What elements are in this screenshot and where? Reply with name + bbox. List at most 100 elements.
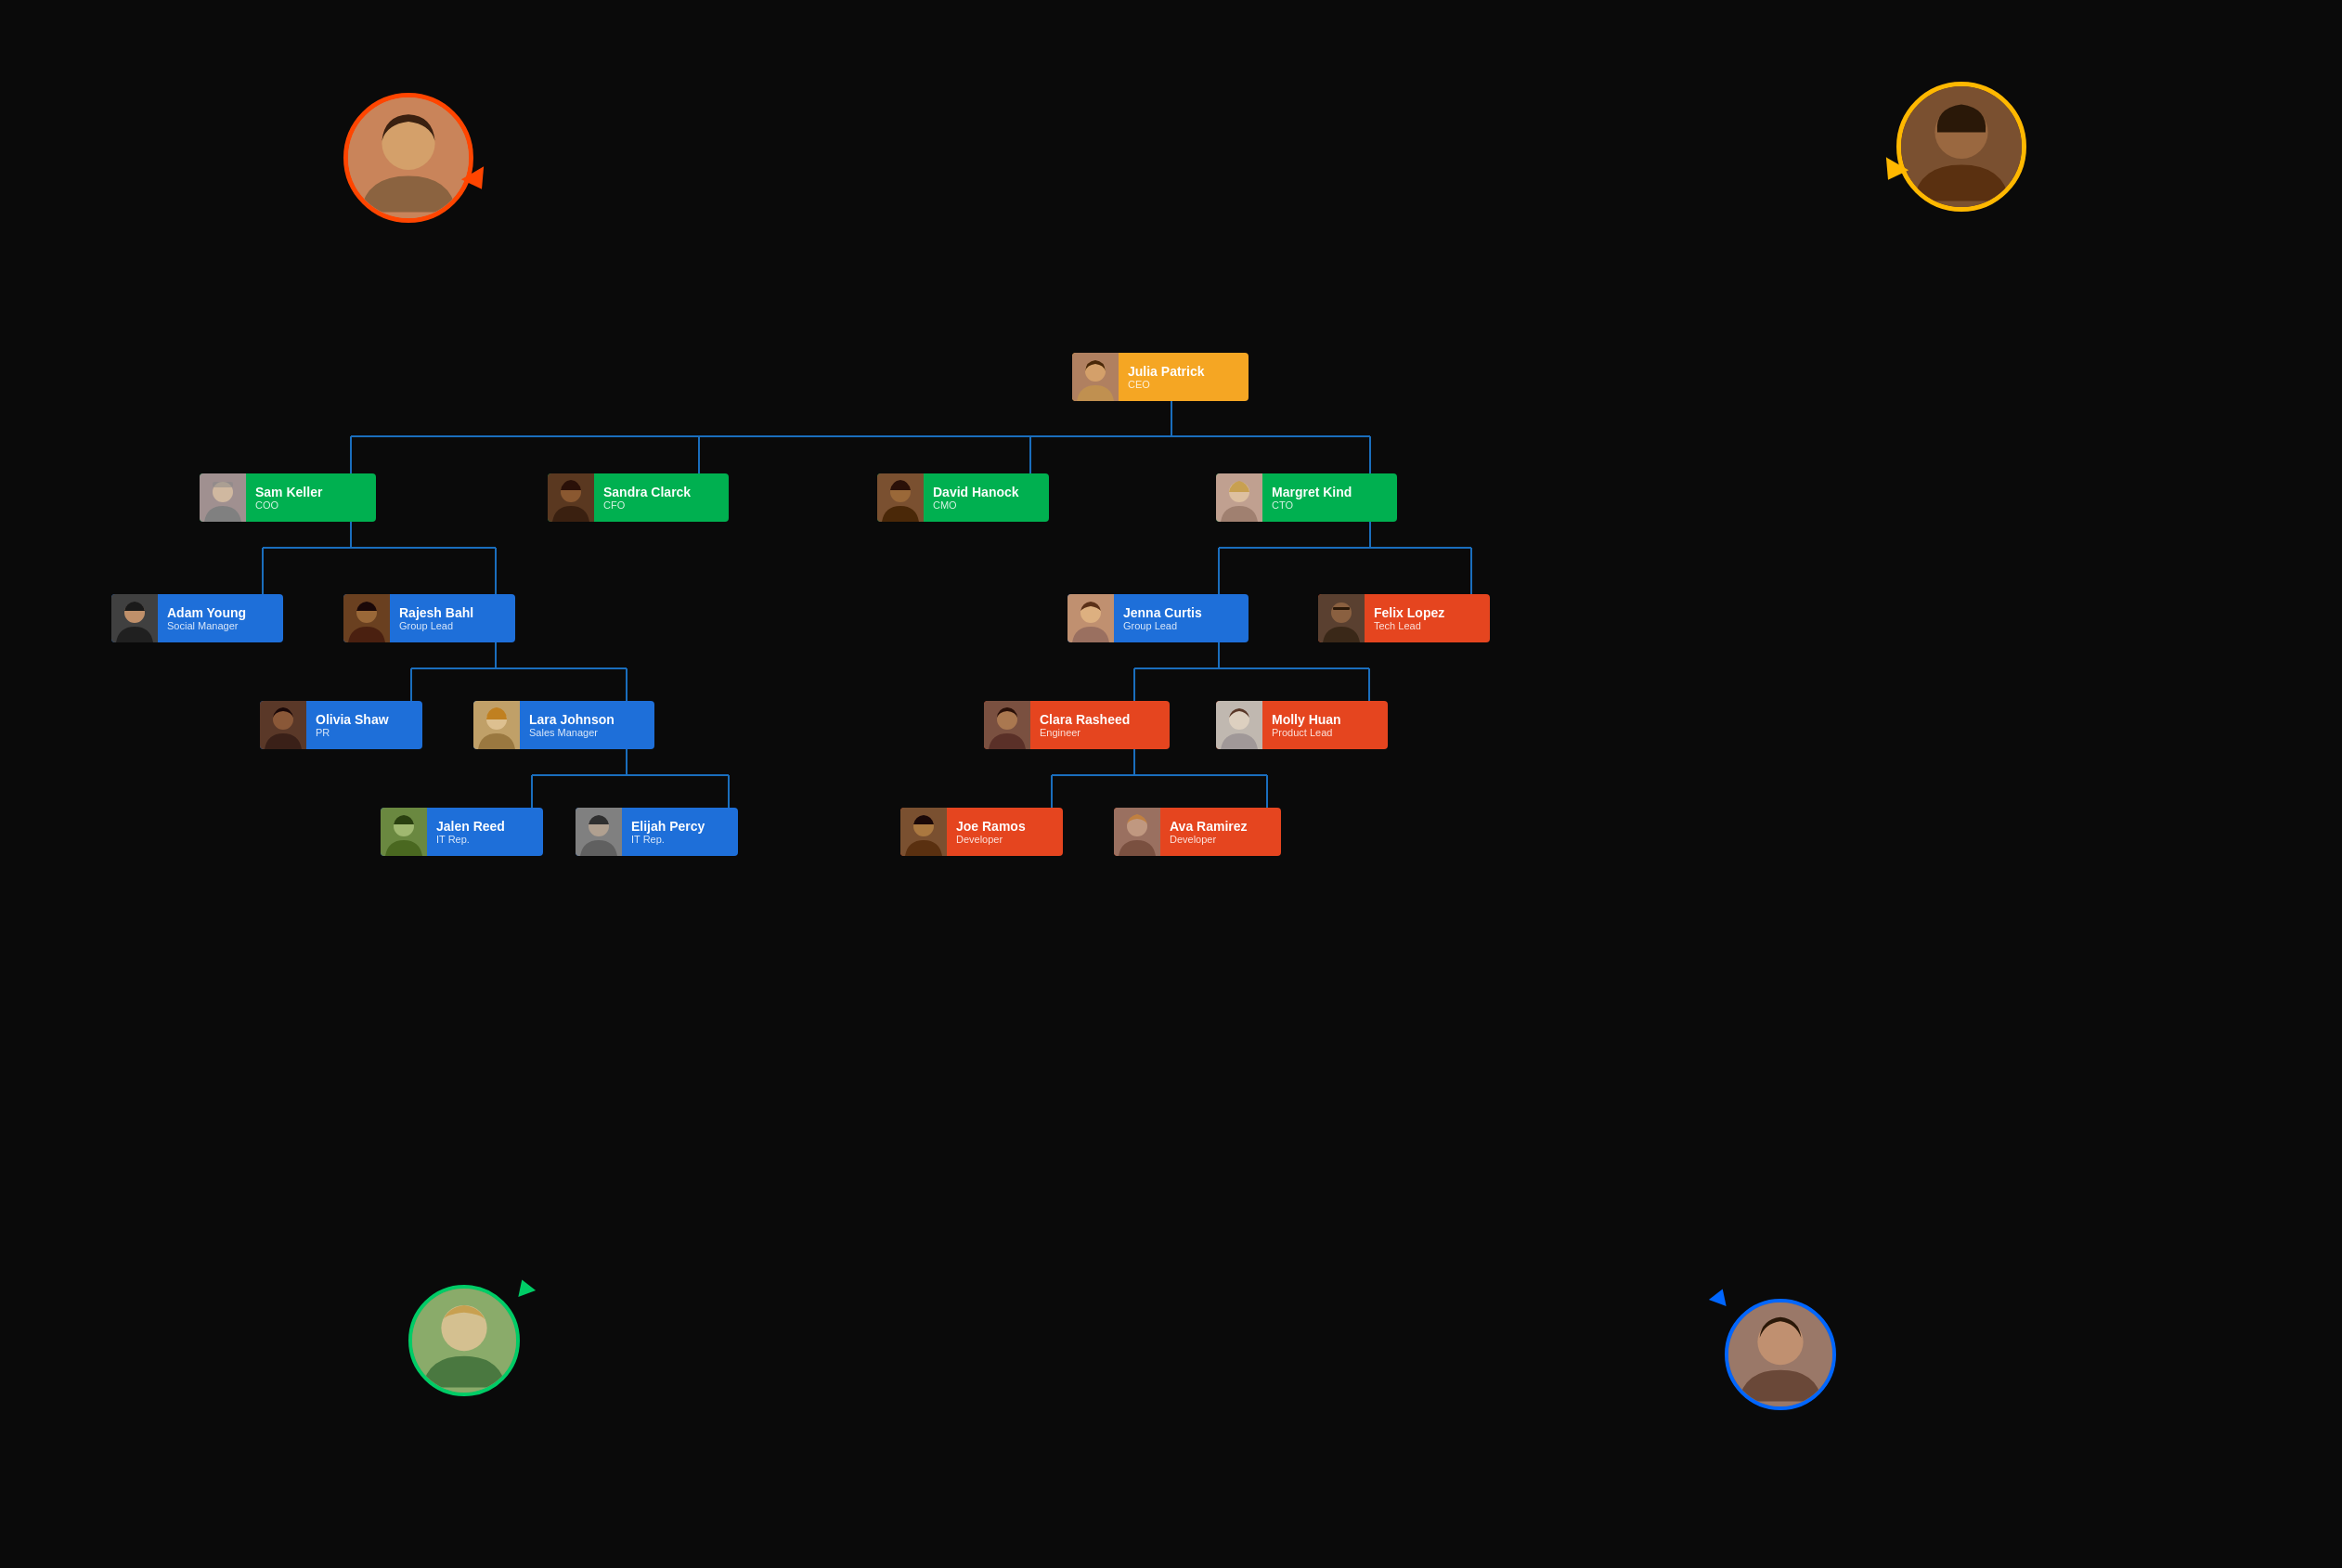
rajesh-title: Group Lead	[399, 620, 473, 631]
node-olivia[interactable]: Olivia Shaw PR	[260, 701, 422, 749]
node-cto[interactable]: Margret Kind CTO	[1216, 473, 1397, 522]
adam-photo	[111, 594, 158, 642]
molly-label: Molly Huan Product Lead	[1262, 708, 1351, 742]
adam-title: Social Manager	[167, 620, 246, 631]
coo-photo	[200, 473, 246, 522]
float-avatar-bottom-left	[408, 1285, 520, 1396]
cmo-name: David Hanock	[933, 485, 1019, 499]
svg-point-56	[1331, 603, 1352, 623]
joe-title: Developer	[956, 834, 1026, 845]
joe-photo	[900, 808, 947, 856]
elijah-title: IT Rep.	[631, 834, 705, 845]
molly-name: Molly Huan	[1272, 712, 1341, 727]
jalen-title: IT Rep.	[436, 834, 505, 845]
rajesh-photo	[343, 594, 390, 642]
adam-name: Adam Young	[167, 605, 246, 620]
felix-label: Felix Lopez Tech Lead	[1365, 602, 1454, 635]
joe-name: Joe Ramos	[956, 819, 1026, 834]
node-clara[interactable]: Clara Rasheed Engineer	[984, 701, 1170, 749]
ceo-label: Julia Patrick CEO	[1119, 360, 1214, 394]
molly-title: Product Lead	[1272, 727, 1341, 738]
node-adam[interactable]: Adam Young Social Manager	[111, 594, 283, 642]
ceo-photo	[1072, 353, 1119, 401]
person-icon-bottom-left	[412, 1285, 516, 1396]
clara-name: Clara Rasheed	[1040, 712, 1130, 727]
node-coo[interactable]: Sam Keller COO	[200, 473, 376, 522]
svg-rect-42	[213, 482, 233, 487]
coo-name: Sam Keller	[255, 485, 322, 499]
node-felix[interactable]: Felix Lopez Tech Lead	[1318, 594, 1490, 642]
clara-photo	[984, 701, 1030, 749]
lara-title: Sales Manager	[529, 727, 615, 738]
node-molly[interactable]: Molly Huan Product Lead	[1216, 701, 1388, 749]
cmo-label: David Hanock CMO	[924, 481, 1029, 514]
cfo-name: Sandra Clarck	[603, 485, 691, 499]
joe-label: Joe Ramos Developer	[947, 815, 1035, 849]
cto-name: Margret Kind	[1272, 485, 1352, 499]
jenna-name: Jenna Curtis	[1123, 605, 1202, 620]
node-jenna[interactable]: Jenna Curtis Group Lead	[1067, 594, 1249, 642]
org-chart: .conn { stroke: #1a6ebd; stroke-width: 2…	[0, 0, 2342, 1568]
coo-label: Sam Keller COO	[246, 481, 331, 514]
olivia-name: Olivia Shaw	[316, 712, 389, 727]
svg-rect-57	[1333, 607, 1350, 610]
adam-label: Adam Young Social Manager	[158, 602, 255, 635]
jenna-title: Group Lead	[1123, 620, 1202, 631]
cmo-title: CMO	[933, 499, 1019, 511]
rajesh-name: Rajesh Bahl	[399, 605, 473, 620]
jenna-photo	[1067, 594, 1114, 642]
cfo-title: CFO	[603, 499, 691, 511]
ava-photo	[1114, 808, 1160, 856]
clara-title: Engineer	[1040, 727, 1130, 738]
person-icon-top-right	[1901, 82, 2022, 212]
node-ava[interactable]: Ava Ramirez Developer	[1114, 808, 1281, 856]
ceo-title: CEO	[1128, 379, 1205, 390]
node-cfo[interactable]: Sandra Clarck CFO	[548, 473, 729, 522]
cto-label: Margret Kind CTO	[1262, 481, 1361, 514]
float-avatar-top-left	[343, 93, 473, 223]
felix-title: Tech Lead	[1374, 620, 1444, 631]
float-avatar-top-right	[1896, 82, 2026, 212]
ava-label: Ava Ramirez Developer	[1160, 815, 1257, 849]
lara-photo	[473, 701, 520, 749]
lara-name: Lara Johnson	[529, 712, 615, 727]
node-ceo[interactable]: Julia Patrick CEO	[1072, 353, 1249, 401]
elijah-label: Elijah Percy IT Rep.	[622, 815, 714, 849]
elijah-photo	[576, 808, 622, 856]
cfo-photo	[548, 473, 594, 522]
olivia-title: PR	[316, 727, 389, 738]
person-icon-bottom-right	[1728, 1299, 1832, 1410]
elijah-name: Elijah Percy	[631, 819, 705, 834]
connector-lines: .conn { stroke: #1a6ebd; stroke-width: 2…	[0, 0, 2342, 1568]
cmo-photo	[877, 473, 924, 522]
jalen-name: Jalen Reed	[436, 819, 505, 834]
cto-title: CTO	[1272, 499, 1352, 511]
node-jalen[interactable]: Jalen Reed IT Rep.	[381, 808, 543, 856]
felix-name: Felix Lopez	[1374, 605, 1444, 620]
arrow-bottom-right	[1709, 1286, 1731, 1306]
lara-label: Lara Johnson Sales Manager	[520, 708, 624, 742]
node-rajesh[interactable]: Rajesh Bahl Group Lead	[343, 594, 515, 642]
node-joe[interactable]: Joe Ramos Developer	[900, 808, 1063, 856]
olivia-label: Olivia Shaw PR	[306, 708, 398, 742]
node-lara[interactable]: Lara Johnson Sales Manager	[473, 701, 654, 749]
ava-name: Ava Ramirez	[1170, 819, 1248, 834]
cfo-label: Sandra Clarck CFO	[594, 481, 700, 514]
olivia-photo	[260, 701, 306, 749]
node-elijah[interactable]: Elijah Percy IT Rep.	[576, 808, 738, 856]
ceo-name: Julia Patrick	[1128, 364, 1205, 379]
coo-title: COO	[255, 499, 322, 511]
arrow-bottom-left	[513, 1276, 536, 1297]
jalen-photo	[381, 808, 427, 856]
jenna-label: Jenna Curtis Group Lead	[1114, 602, 1211, 635]
cto-photo	[1216, 473, 1262, 522]
node-cmo[interactable]: David Hanock CMO	[877, 473, 1049, 522]
jalen-label: Jalen Reed IT Rep.	[427, 815, 514, 849]
rajesh-label: Rajesh Bahl Group Lead	[390, 602, 483, 635]
molly-photo	[1216, 701, 1262, 749]
felix-photo	[1318, 594, 1365, 642]
clara-label: Clara Rasheed Engineer	[1030, 708, 1139, 742]
person-icon-top-left	[348, 93, 469, 223]
ava-title: Developer	[1170, 834, 1248, 845]
float-avatar-bottom-right	[1725, 1299, 1836, 1410]
